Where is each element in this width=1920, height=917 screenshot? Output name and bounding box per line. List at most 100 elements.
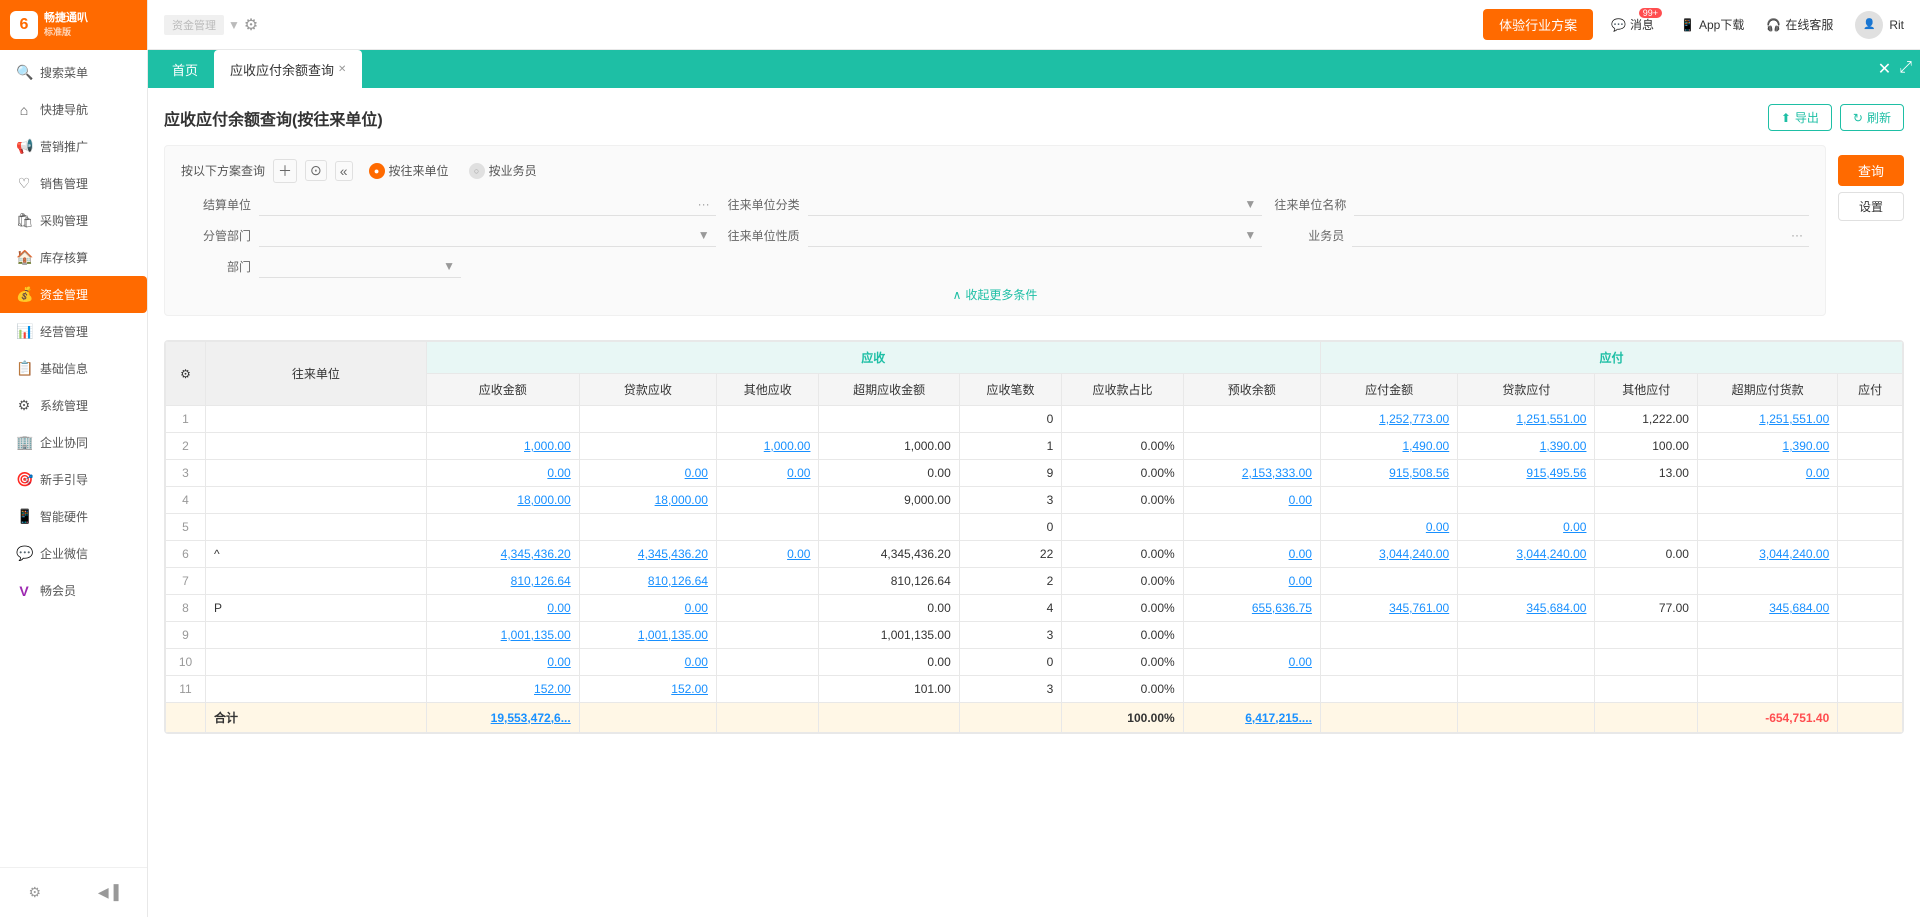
sidebar-item-sales[interactable]: ♡ 销售管理 bbox=[0, 165, 147, 202]
td-ar-loan[interactable]: 0.00 bbox=[579, 595, 716, 622]
td-ar-loan[interactable]: 0.00 bbox=[579, 649, 716, 676]
td-ap-overdue[interactable] bbox=[1697, 568, 1837, 595]
td-ap-loan[interactable]: 1,251,551.00 bbox=[1458, 406, 1595, 433]
td-ar-amount[interactable]: 1,001,135.00 bbox=[426, 622, 579, 649]
td-ar-amount[interactable]: 0.00 bbox=[426, 649, 579, 676]
td-ar-other[interactable] bbox=[716, 595, 818, 622]
td-ar-other[interactable] bbox=[716, 649, 818, 676]
export-button[interactable]: ⬆ 导出 bbox=[1768, 104, 1832, 131]
filter-collapse-btn[interactable]: « bbox=[335, 161, 353, 181]
td-ar-other[interactable] bbox=[716, 568, 818, 595]
tab-close-icon[interactable]: ✕ bbox=[338, 64, 346, 75]
td-ar-loan[interactable]: 0.00 bbox=[579, 460, 716, 487]
online-service-btn[interactable]: 🎧 在线客服 bbox=[1766, 16, 1833, 33]
sidebar-item-quicknav[interactable]: ⌂ 快捷导航 bbox=[0, 91, 147, 128]
td-ar-amount[interactable] bbox=[426, 514, 579, 541]
dept-manager-select[interactable]: ▼ bbox=[259, 224, 716, 247]
td-ap-loan[interactable]: 345,684.00 bbox=[1458, 595, 1595, 622]
refresh-button[interactable]: ↻ 刷新 bbox=[1840, 104, 1904, 131]
sidebar-item-enterprise-wechat[interactable]: 💬 企业微信 bbox=[0, 535, 147, 572]
td-ar-other[interactable] bbox=[716, 406, 818, 433]
tab-home[interactable]: 首页 bbox=[156, 50, 214, 88]
td-ar-loan[interactable] bbox=[579, 433, 716, 460]
td-ap-amount[interactable]: 345,761.00 bbox=[1320, 595, 1457, 622]
close-window-icon[interactable]: ✕ bbox=[1878, 59, 1891, 79]
explore-btn[interactable]: 体验行业方案 bbox=[1483, 9, 1593, 40]
td-ar-prepaid[interactable] bbox=[1183, 676, 1320, 703]
td-ar-loan[interactable]: 4,345,436.20 bbox=[579, 541, 716, 568]
td-ar-loan[interactable] bbox=[579, 514, 716, 541]
td-ar-amount[interactable]: 0.00 bbox=[426, 460, 579, 487]
td-ar-prepaid[interactable]: 655,636.75 bbox=[1183, 595, 1320, 622]
dept-select[interactable]: ▼ bbox=[259, 255, 461, 278]
sidebar-item-inventory[interactable]: 🏠 库存核算 bbox=[0, 239, 147, 276]
td-ar-amount[interactable]: 4,345,436.20 bbox=[426, 541, 579, 568]
app-download-btn[interactable]: 📱 App下载 bbox=[1680, 16, 1744, 33]
salesperson-select[interactable]: ··· bbox=[1352, 224, 1809, 247]
td-ar-prepaid[interactable] bbox=[1183, 622, 1320, 649]
sidebar-item-marketing[interactable]: 📢 营销推广 bbox=[0, 128, 147, 165]
td-ap-overdue[interactable] bbox=[1697, 676, 1837, 703]
td-ap-amount[interactable] bbox=[1320, 676, 1457, 703]
td-ap-amount[interactable] bbox=[1320, 622, 1457, 649]
counterpart-category-select[interactable]: ▼ bbox=[808, 193, 1263, 216]
td-ar-other[interactable]: 1,000.00 bbox=[716, 433, 818, 460]
td-ar-amount[interactable]: 810,126.64 bbox=[426, 568, 579, 595]
td-ap-overdue[interactable] bbox=[1697, 622, 1837, 649]
td-ar-loan[interactable]: 18,000.00 bbox=[579, 487, 716, 514]
td-ar-loan[interactable]: 1,001,135.00 bbox=[579, 622, 716, 649]
td-ar-loan[interactable]: 810,126.64 bbox=[579, 568, 716, 595]
sidebar-item-vip[interactable]: V 畅会员 bbox=[0, 572, 147, 609]
td-ap-overdue[interactable] bbox=[1697, 649, 1837, 676]
td-ap-loan[interactable] bbox=[1458, 676, 1595, 703]
settlement-unit-input[interactable]: ··· bbox=[259, 193, 716, 216]
td-ar-prepaid[interactable] bbox=[1183, 433, 1320, 460]
maximize-icon[interactable]: ⤢ bbox=[1899, 59, 1912, 79]
add-filter-btn[interactable]: ＋ bbox=[273, 159, 297, 183]
td-ar-prepaid[interactable]: 0.00 bbox=[1183, 649, 1320, 676]
td-ar-amount[interactable] bbox=[426, 406, 579, 433]
td-ap-overdue[interactable]: 345,684.00 bbox=[1697, 595, 1837, 622]
td-ap-amount[interactable] bbox=[1320, 649, 1457, 676]
td-ar-other[interactable] bbox=[716, 676, 818, 703]
td-ap-loan[interactable]: 915,495.56 bbox=[1458, 460, 1595, 487]
query-button[interactable]: 查询 bbox=[1838, 155, 1904, 186]
sidebar-item-smart-hardware[interactable]: 📱 智能硬件 bbox=[0, 498, 147, 535]
filter-collapse-toggle[interactable]: ∧ 收起更多条件 bbox=[181, 286, 1809, 303]
td-ap-amount[interactable]: 1,252,773.00 bbox=[1320, 406, 1457, 433]
td-ap-loan[interactable]: 1,390.00 bbox=[1458, 433, 1595, 460]
td-ap-loan[interactable] bbox=[1458, 487, 1595, 514]
sidebar-collapse-btn[interactable]: ◀▐ bbox=[92, 878, 125, 907]
tab-ar-ap-query[interactable]: 应收应付余额查询 ✕ bbox=[214, 50, 362, 88]
td-ap-amount[interactable] bbox=[1320, 487, 1457, 514]
td-ap-loan[interactable] bbox=[1458, 649, 1595, 676]
td-ap-overdue[interactable]: 3,044,240.00 bbox=[1697, 541, 1837, 568]
sidebar-item-basic-info[interactable]: 📋 基础信息 bbox=[0, 350, 147, 387]
td-ap-overdue[interactable]: 1,390.00 bbox=[1697, 433, 1837, 460]
sidebar-item-system[interactable]: ⚙ 系统管理 bbox=[0, 387, 147, 424]
scheme-salesperson[interactable]: ○ 按业务员 bbox=[461, 158, 545, 183]
td-ap-overdue[interactable]: 0.00 bbox=[1697, 460, 1837, 487]
table-settings-icon[interactable]: ⚙ bbox=[180, 367, 191, 381]
td-ar-amount[interactable]: 0.00 bbox=[426, 595, 579, 622]
td-ar-other[interactable] bbox=[716, 487, 818, 514]
td-ap-overdue[interactable]: 1,251,551.00 bbox=[1697, 406, 1837, 433]
td-ar-prepaid[interactable] bbox=[1183, 406, 1320, 433]
sidebar-item-purchase[interactable]: 🛍 采购管理 bbox=[0, 202, 147, 239]
gear-icon-topbar[interactable]: ⚙ bbox=[244, 15, 258, 35]
td-ar-other[interactable] bbox=[716, 514, 818, 541]
sidebar-item-finance[interactable]: 💰 资金管理 bbox=[0, 276, 147, 313]
user-info[interactable]: 👤 Rit bbox=[1855, 11, 1904, 39]
td-ar-other[interactable] bbox=[716, 622, 818, 649]
td-ar-prepaid[interactable]: 0.00 bbox=[1183, 541, 1320, 568]
td-ap-loan[interactable] bbox=[1458, 568, 1595, 595]
sidebar-item-newbie[interactable]: 🎯 新手引导 bbox=[0, 461, 147, 498]
td-ap-amount[interactable] bbox=[1320, 568, 1457, 595]
td-ar-prepaid[interactable] bbox=[1183, 514, 1320, 541]
setting-button[interactable]: 设置 bbox=[1838, 192, 1904, 221]
td-ar-loan[interactable] bbox=[579, 406, 716, 433]
td-ap-amount[interactable]: 3,044,240.00 bbox=[1320, 541, 1457, 568]
sidebar-settings-btn[interactable]: ⚙ bbox=[22, 878, 47, 907]
sidebar-item-operations[interactable]: 📊 经营管理 bbox=[0, 313, 147, 350]
td-ar-other[interactable]: 0.00 bbox=[716, 460, 818, 487]
